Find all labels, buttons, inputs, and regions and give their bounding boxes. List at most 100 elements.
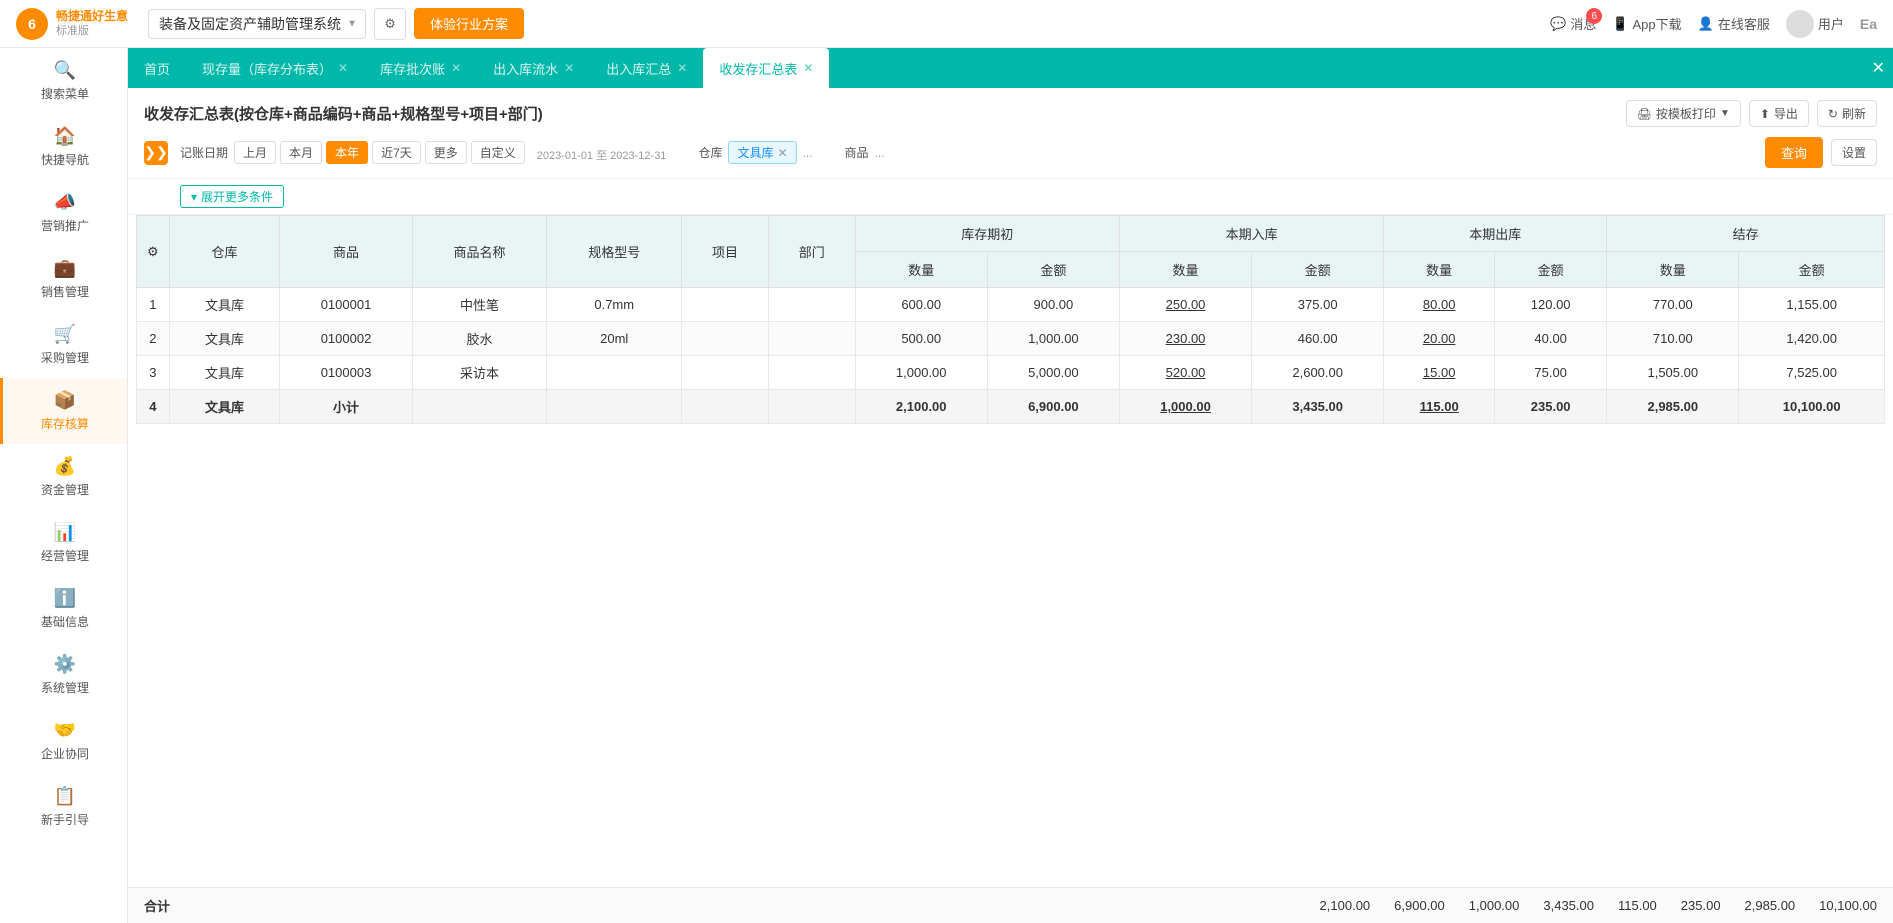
sidebar-item-finance[interactable]: 💰 资金管理	[0, 444, 127, 510]
table-row: 2 文具库 0100002 胶水 20ml 500.00 1,000.00 23…	[137, 322, 1885, 356]
query-button[interactable]: 查询	[1765, 137, 1823, 168]
sidebar-item-enterprise[interactable]: 🤝 企业协同	[0, 708, 127, 774]
sidebar-item-search[interactable]: 🔍 搜索菜单	[0, 48, 127, 114]
tab-inout-summary[interactable]: 出入库汇总 ✕	[590, 48, 703, 88]
tab-close-batch[interactable]: ✕	[451, 61, 461, 75]
warehouse-tag-remove[interactable]: ✕	[777, 146, 787, 160]
date-btn-this-month[interactable]: 本月	[280, 141, 322, 164]
page-inner: 收发存汇总表(按仓库+商品编码+商品+规格型号+项目+部门) 🖨 按模板打印 ▼…	[128, 88, 1893, 923]
total-in-amt: 3,435.00	[1543, 898, 1594, 913]
row1-out-qty[interactable]: 80.00	[1384, 288, 1495, 322]
date-btn-7days[interactable]: 近7天	[372, 141, 421, 164]
th-goods-spec: 规格型号	[547, 216, 682, 288]
filter-arrow-button[interactable]: ❯❯	[144, 141, 168, 165]
sidebar-item-operations[interactable]: 📊 经营管理	[0, 510, 127, 576]
sidebar-item-inventory[interactable]: 📦 库存核算	[0, 378, 127, 444]
date-btn-this-year[interactable]: 本年	[326, 141, 368, 164]
row3-open-amt: 5,000.00	[987, 356, 1119, 390]
warehouse-label: 仓库	[698, 144, 722, 161]
tab-bar-close-button[interactable]: ✕	[1872, 58, 1885, 78]
row1-no: 1	[137, 288, 170, 322]
sidebar-item-purchase[interactable]: 🛒 采购管理	[0, 312, 127, 378]
export-button[interactable]: ⬆ 导出	[1749, 100, 1809, 127]
expand-icon: ▾	[191, 190, 197, 204]
goods-label: 商品	[845, 144, 869, 161]
experience-button[interactable]: 体验行业方案	[414, 8, 524, 39]
th-bal-amt: 金额	[1739, 252, 1885, 288]
row2-goods-code: 0100002	[280, 322, 412, 356]
user-menu[interactable]: 用户	[1786, 10, 1844, 38]
tab-close-inventory-dist[interactable]: ✕	[338, 61, 348, 75]
total-out-amt: 235.00	[1681, 898, 1721, 913]
row1-out-amt: 120.00	[1495, 288, 1607, 322]
row2-in-qty[interactable]: 230.00	[1119, 322, 1251, 356]
row3-in-amt: 2,600.00	[1252, 356, 1384, 390]
tab-inout-flow[interactable]: 出入库流水 ✕	[477, 48, 590, 88]
tab-close-summary[interactable]: ✕	[677, 61, 687, 75]
refresh-icon: ↻	[1828, 107, 1838, 121]
th-out-qty: 数量	[1384, 252, 1495, 288]
sidebar-item-marketing[interactable]: 📣 营销推广	[0, 180, 127, 246]
sidebar-item-quicknav[interactable]: 🏠 快捷导航	[0, 114, 127, 180]
warehouse-tag: 文具库 ✕	[728, 141, 796, 164]
sidebar-item-basic-info[interactable]: ℹ️ 基础信息	[0, 576, 127, 642]
tab-batch-account[interactable]: 库存批次账 ✕	[364, 48, 477, 88]
phone-icon: 📱	[1612, 16, 1628, 32]
row3-out-qty[interactable]: 15.00	[1384, 356, 1495, 390]
tab-close-flow[interactable]: ✕	[564, 61, 574, 75]
subtotal-bal-qty: 2,985.00	[1607, 390, 1739, 424]
subtotal-col5	[682, 390, 769, 424]
page-content: 收发存汇总表(按仓库+商品编码+商品+规格型号+项目+部门) 🖨 按模板打印 ▼…	[128, 88, 1893, 923]
row2-warehouse: 文具库	[169, 322, 280, 356]
marketing-icon: 📣	[54, 192, 76, 213]
subtotal-warehouse: 文具库	[169, 390, 280, 424]
row2-open-amt: 1,000.00	[987, 322, 1119, 356]
online-service-button[interactable]: 👤 在线客服	[1698, 14, 1770, 33]
sidebar-item-system[interactable]: ⚙️ 系统管理	[0, 642, 127, 708]
tab-home[interactable]: 首页	[128, 48, 186, 88]
tab-inventory-dist[interactable]: 现存量（库存分布表） ✕	[186, 48, 364, 88]
page-title: 收发存汇总表(按仓库+商品编码+商品+规格型号+项目+部门)	[144, 103, 543, 124]
date-label: 记账日期	[180, 144, 228, 161]
sidebar-item-sales[interactable]: 💼 销售管理	[0, 246, 127, 312]
content-area: 首页 现存量（库存分布表） ✕ 库存批次账 ✕ 出入库流水 ✕ 出入库汇总 ✕ …	[128, 48, 1893, 923]
subtotal-in-qty[interactable]: 1,000.00	[1119, 390, 1251, 424]
page-header: 收发存汇总表(按仓库+商品编码+商品+规格型号+项目+部门) 🖨 按模板打印 ▼…	[128, 88, 1893, 127]
system-icon: ⚙️	[54, 654, 76, 675]
export-icon: ⬆	[1760, 107, 1770, 121]
th-settings[interactable]: ⚙	[137, 216, 170, 288]
date-range-text: 2023-01-01 至 2023-12-31	[537, 147, 667, 163]
date-btn-more[interactable]: 更多	[425, 141, 467, 164]
row1-goods-code: 0100001	[280, 288, 412, 322]
warehouse-more-btn[interactable]: ...	[803, 146, 813, 160]
system-selector: 装备及固定资产辅助管理系统 ⚙ 体验行业方案	[148, 8, 524, 40]
subtotal-col3	[412, 390, 547, 424]
goods-more-btn[interactable]: ...	[875, 146, 885, 160]
logo-icon: 6	[16, 8, 48, 40]
tab-receipts-summary[interactable]: 收发存汇总表 ✕	[703, 48, 829, 88]
table-settings-button[interactable]: 设置	[1831, 139, 1877, 166]
th-bal-qty: 数量	[1607, 252, 1739, 288]
date-btn-custom[interactable]: 自定义	[471, 141, 525, 164]
row3-dept	[768, 356, 855, 390]
subtotal-open-qty: 2,100.00	[855, 390, 987, 424]
expand-conditions-button[interactable]: ▾ 展开更多条件	[180, 185, 284, 208]
row1-in-qty[interactable]: 250.00	[1119, 288, 1251, 322]
subtotal-col4	[547, 390, 682, 424]
date-btn-last-month[interactable]: 上月	[234, 141, 276, 164]
row2-out-qty[interactable]: 20.00	[1384, 322, 1495, 356]
message-button[interactable]: 💬 消息 6	[1550, 14, 1596, 33]
app-download-button[interactable]: 📱 App下载	[1612, 14, 1681, 33]
refresh-button[interactable]: ↻ 刷新	[1817, 100, 1877, 127]
settings-icon-button[interactable]: ⚙	[374, 8, 406, 40]
system-name[interactable]: 装备及固定资产辅助管理系统	[148, 9, 366, 39]
row1-open-qty: 600.00	[855, 288, 987, 322]
total-open-amt: 6,900.00	[1394, 898, 1445, 913]
subtotal-out-qty[interactable]: 115.00	[1384, 390, 1495, 424]
sidebar-item-newbie[interactable]: 📋 新手引导	[0, 774, 127, 840]
row3-goods-code: 0100003	[280, 356, 412, 390]
row3-in-qty[interactable]: 520.00	[1119, 356, 1251, 390]
total-bal-amt: 10,100.00	[1819, 898, 1877, 913]
tab-close-receipts[interactable]: ✕	[803, 61, 813, 75]
print-button[interactable]: 🖨 按模板打印 ▼	[1626, 100, 1741, 127]
